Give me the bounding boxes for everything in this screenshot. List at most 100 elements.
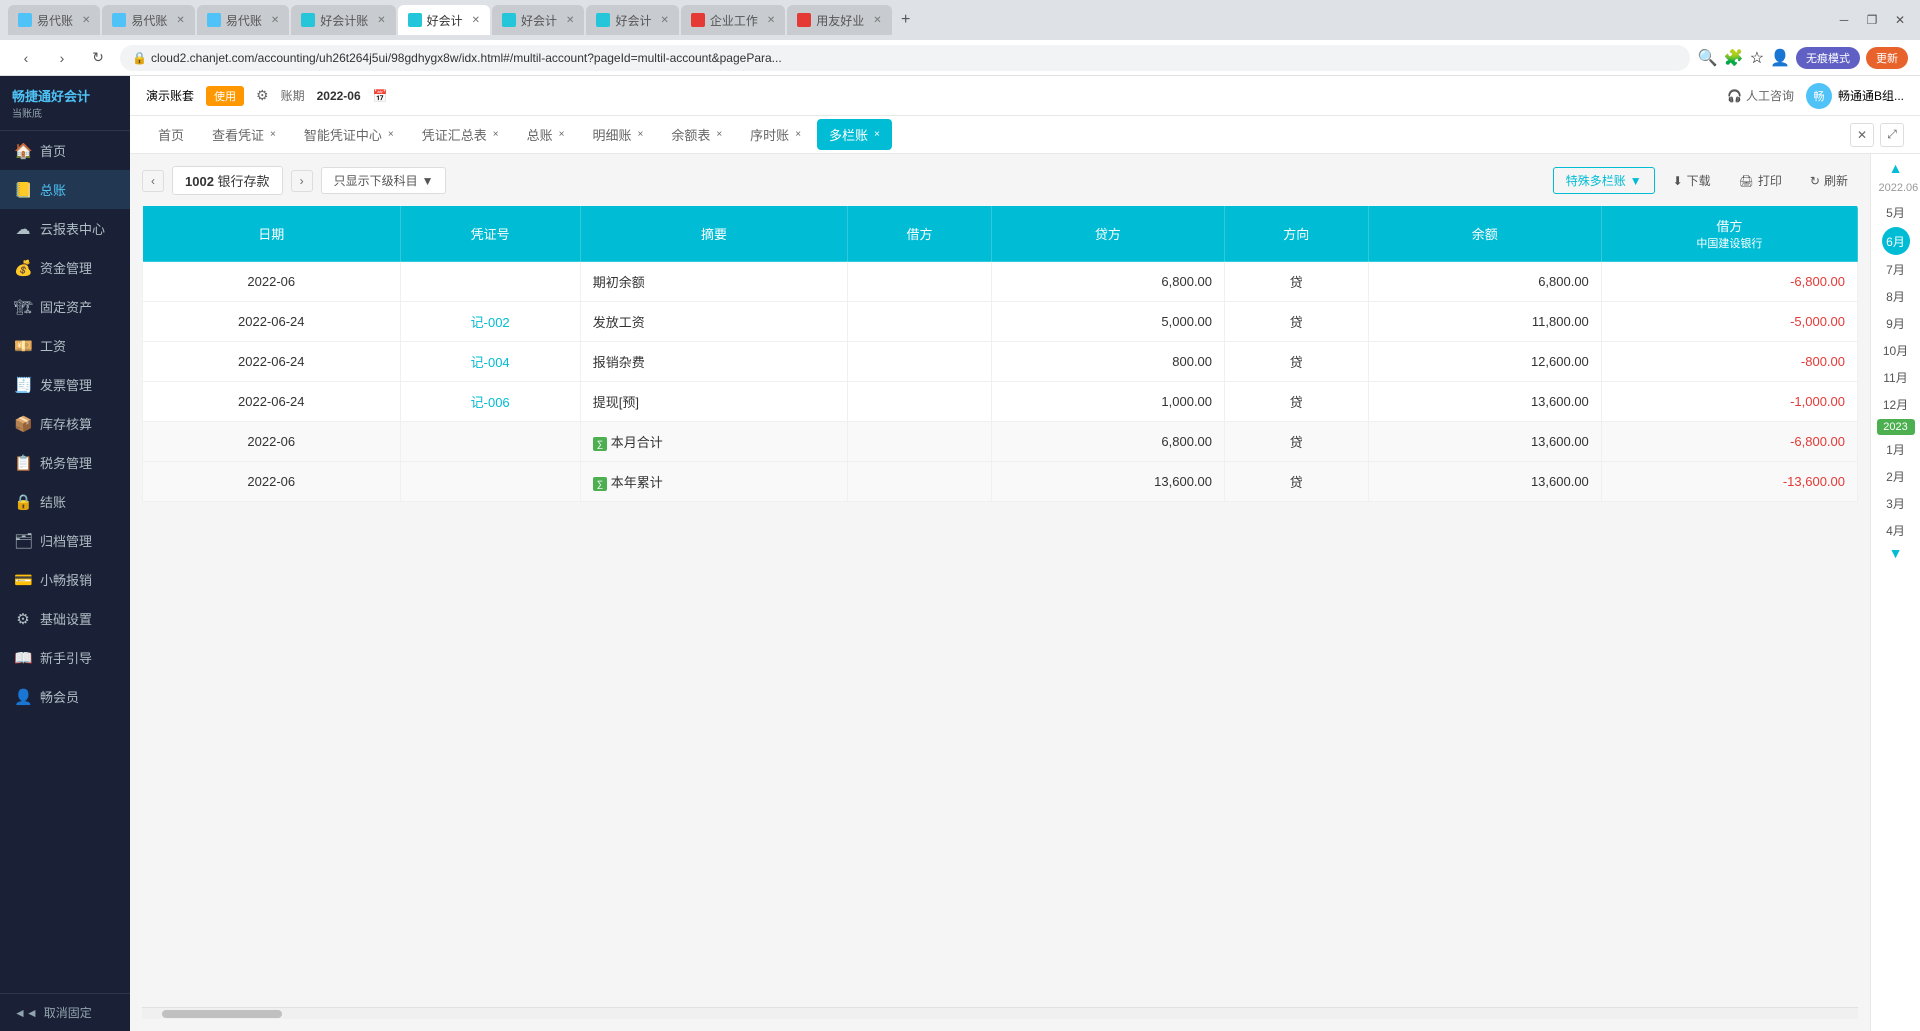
tab-detail-ledger[interactable]: 明细账 × [580,119,655,150]
sidebar-item-cloud-report[interactable]: ☁ 云报表中心 [0,209,130,248]
show-sub-dropdown[interactable]: 只显示下级科目 ▼ [321,167,447,194]
forward-button[interactable]: › [48,44,76,72]
sidebar-item-close[interactable]: 🔒 结账 [0,482,130,521]
extension-icon[interactable]: 🧩 [1724,48,1744,68]
tab-close-7[interactable]: ✕ [660,15,668,26]
close-button[interactable]: ✕ [1888,8,1912,32]
horizontal-scrollbar[interactable] [142,1007,1858,1019]
tab-journal-close[interactable]: × [795,129,801,140]
next-account-button[interactable]: › [291,170,313,192]
tab-close-8[interactable]: ✕ [767,15,775,26]
sidebar-item-expense[interactable]: 💳 小畅报销 [0,560,130,599]
tab-general-ledger-close[interactable]: × [559,129,565,140]
scroll-down-button[interactable]: ▼ [1889,545,1903,561]
calendar-icon[interactable]: 📅 [373,89,388,103]
month-jun[interactable]: 6月 [1882,227,1910,255]
tab-multi-col-close[interactable]: × [874,129,880,140]
search-icon[interactable]: 🔍 [1698,48,1718,68]
tab-smart-voucher-close[interactable]: × [388,129,394,140]
sidebar-item-inventory[interactable]: 📦 库存核算 [0,404,130,443]
update-button[interactable]: 更新 [1866,47,1908,69]
tab-close-2[interactable]: ✕ [176,15,184,26]
sidebar-item-invoice[interactable]: 🧾 发票管理 [0,365,130,404]
voucher-link[interactable]: 记-004 [471,355,510,370]
tab-close-4[interactable]: ✕ [377,15,385,26]
month-aug[interactable]: 8月 [1877,284,1915,309]
scroll-up-button[interactable]: ▲ [1889,160,1903,176]
tab-voucher-summary-close[interactable]: × [493,129,499,140]
month-jan[interactable]: 1月 [1877,437,1915,462]
url-bar[interactable]: 🔒 cloud2.chanjet.com/accounting/uh26t264… [120,45,1690,71]
browser-tab-3[interactable]: 易代账 ✕ [197,5,289,35]
expand-panel-button[interactable]: ⤢ [1880,123,1904,147]
sidebar-item-general-ledger[interactable]: 📒 总账 [0,170,130,209]
multi-col-btn[interactable]: 特殊多栏账 ▼ [1553,167,1655,194]
browser-tab-9[interactable]: 用友好业 ✕ [787,5,891,35]
sidebar-item-fund[interactable]: 💰 资金管理 [0,248,130,287]
tab-close-6[interactable]: ✕ [566,15,574,26]
print-button[interactable]: 🖨 打印 [1729,168,1792,193]
browser-tab-4[interactable]: 好会计账 ✕ [291,5,395,35]
tab-close-1[interactable]: ✕ [82,15,90,26]
back-button[interactable]: ‹ [12,44,40,72]
collapse-panel-button[interactable]: ✕ [1850,123,1874,147]
month-mar[interactable]: 3月 [1877,491,1915,516]
month-oct[interactable]: 10月 [1877,338,1915,363]
minimize-button[interactable]: ─ [1832,8,1856,32]
scroll-thumb[interactable] [162,1010,282,1018]
tab-view-voucher[interactable]: 查看凭证 × [200,119,288,150]
voucher-link[interactable]: 记-002 [471,315,510,330]
sidebar-item-fixed-assets[interactable]: 🏗 固定资产 [0,287,130,326]
customer-service-button[interactable]: 🎧 人工咨询 [1727,87,1794,104]
user-info[interactable]: 畅 畅通通B组... [1806,83,1904,109]
tab-detail-ledger-close[interactable]: × [637,129,643,140]
tab-close-5[interactable]: ✕ [472,15,480,26]
sidebar-item-guide[interactable]: 📖 新手引导 [0,638,130,677]
browser-tab-1[interactable]: 易代账 ✕ [8,5,100,35]
month-dec[interactable]: 12月 [1877,392,1915,417]
sidebar-item-tax[interactable]: 📋 税务管理 [0,443,130,482]
cell-credit: 5,000.00 [991,302,1224,342]
tab-view-voucher-close[interactable]: × [270,129,276,140]
month-nov[interactable]: 11月 [1877,365,1915,390]
tab-close-3[interactable]: ✕ [271,15,279,26]
browser-tab-5[interactable]: 好会计 ✕ [398,5,490,35]
tab-voucher-summary[interactable]: 凭证汇总表 × [410,119,511,150]
browser-tab-7[interactable]: 好会计 ✕ [586,5,678,35]
month-feb[interactable]: 2月 [1877,464,1915,489]
month-apr[interactable]: 4月 [1877,518,1915,543]
profile-icon[interactable]: 👤 [1770,48,1790,68]
voucher-link[interactable]: 记-006 [471,395,510,410]
prev-account-button[interactable]: ‹ [142,170,164,192]
tab-home[interactable]: 首页 [146,119,196,150]
download-button[interactable]: ⬇ 下载 [1663,168,1721,193]
sidebar-item-member[interactable]: 👤 畅会员 [0,677,130,716]
restore-button[interactable]: ❐ [1860,8,1884,32]
new-tab-button[interactable]: + [894,8,918,32]
reload-button[interactable]: ↻ [84,44,112,72]
sidebar-item-archive[interactable]: 🗂 归档管理 [0,521,130,560]
month-sep[interactable]: 9月 [1877,311,1915,336]
sidebar-item-settings[interactable]: ⚙ 基础设置 [0,599,130,638]
settings-icon[interactable]: ⚙ [256,87,269,104]
tab-journal[interactable]: 序时账 × [738,119,813,150]
bookmark-icon[interactable]: ☆ [1750,48,1764,68]
sidebar-item-home[interactable]: 🏠 首页 [0,131,130,170]
sidebar-item-salary[interactable]: 💴 工资 [0,326,130,365]
tab-balance-table[interactable]: 余额表 × [659,119,734,150]
unpin-button[interactable]: ◄◄ 取消固定 [14,1004,116,1021]
month-may[interactable]: 5月 [1877,200,1915,225]
tab-balance-table-close[interactable]: × [716,129,722,140]
browser-tab-2[interactable]: 易代账 ✕ [102,5,194,35]
refresh-label: 刷新 [1824,172,1848,189]
tab-multi-col[interactable]: 多栏账 × [817,119,892,150]
tab-close-9[interactable]: ✕ [873,15,881,26]
incognito-button[interactable]: 无痕模式 [1796,47,1860,69]
tab-smart-voucher[interactable]: 智能凭证中心 × [292,119,406,150]
month-jul[interactable]: 7月 [1877,257,1915,282]
table-row: 2022-06-24 记-006 提现[预] 1,000.00 贷 13,600… [143,382,1858,422]
browser-tab-8[interactable]: 企业工作 ✕ [681,5,785,35]
tab-general-ledger[interactable]: 总账 × [515,119,577,150]
refresh-button[interactable]: ↻ 刷新 [1800,168,1858,193]
browser-tab-6[interactable]: 好会计 ✕ [492,5,584,35]
